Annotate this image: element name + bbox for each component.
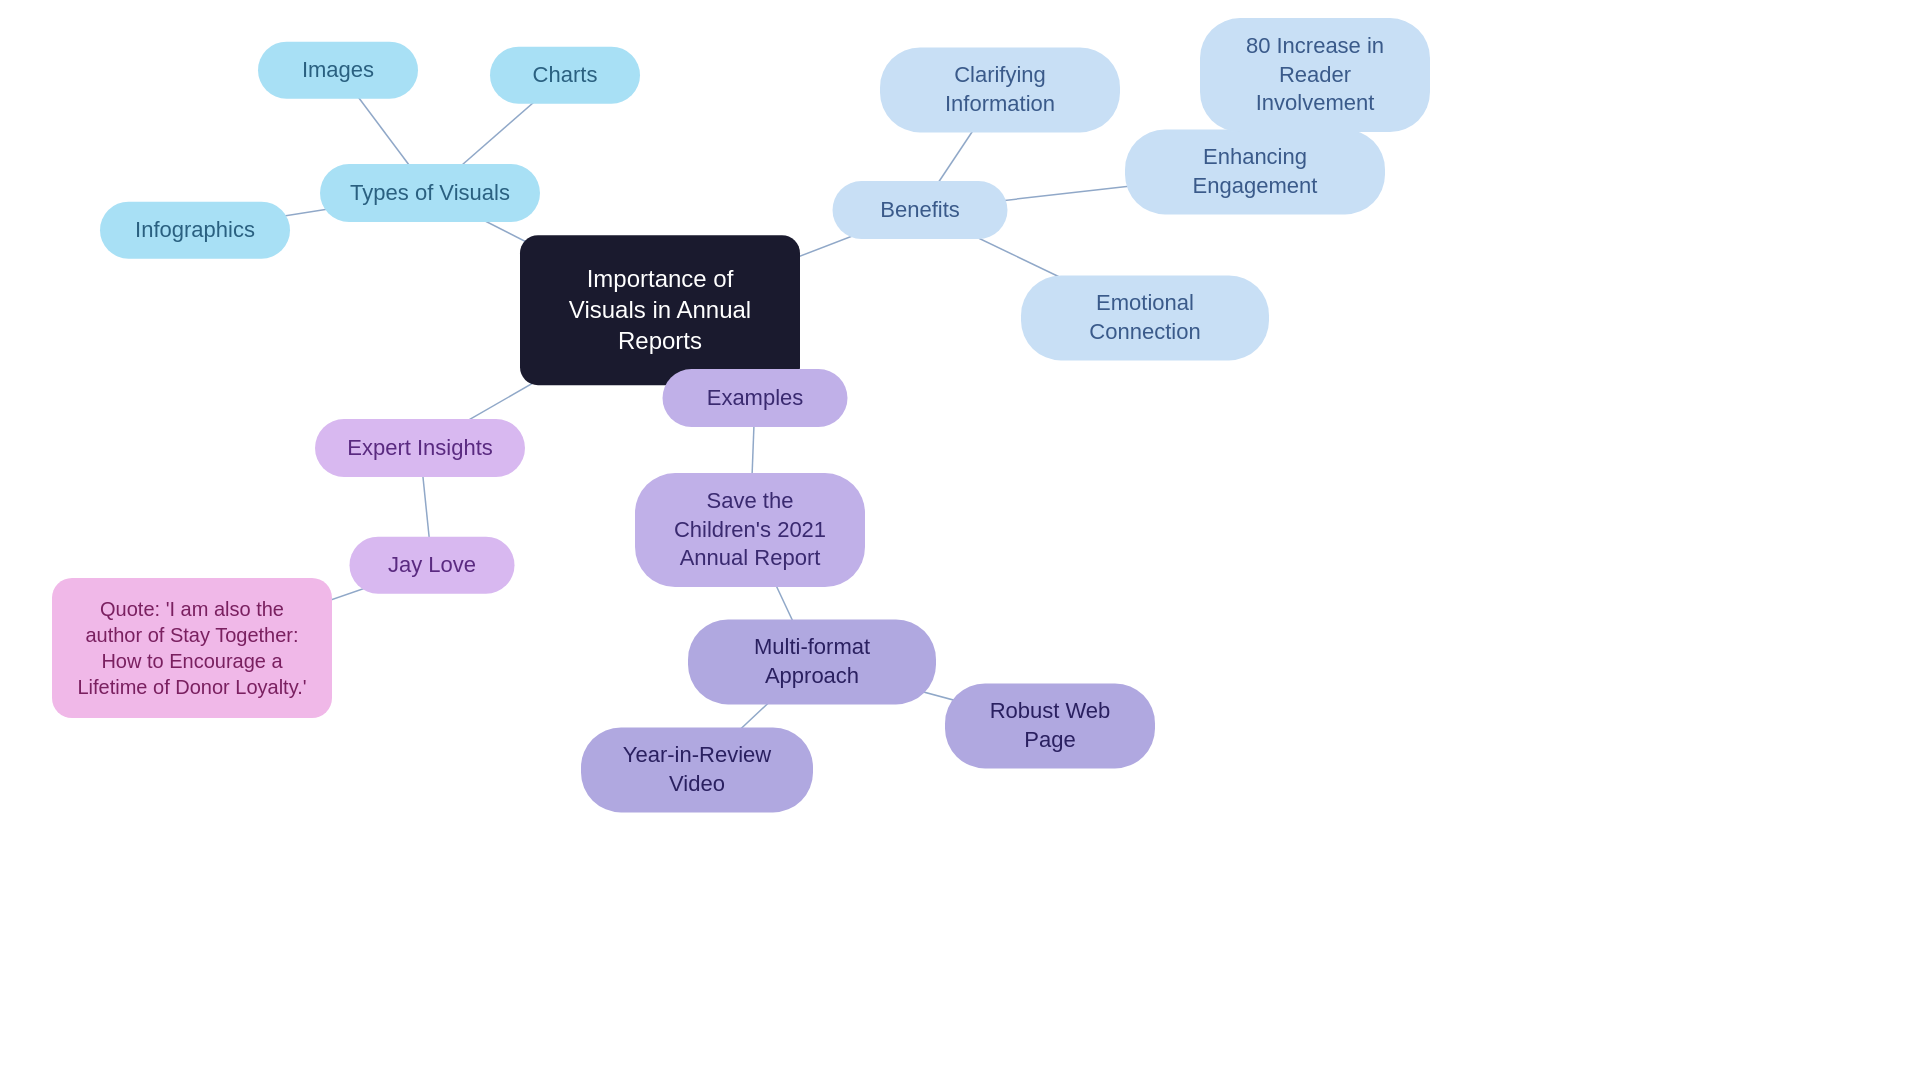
node-charts[interactable]: Charts — [490, 47, 640, 104]
node-benefits[interactable]: Benefits — [833, 181, 1008, 239]
node-year-review[interactable]: Year-in-Review Video — [581, 727, 813, 812]
connections-svg — [0, 0, 1920, 1083]
node-80-increase[interactable]: 80 Increase in Reader Involvement — [1200, 18, 1430, 132]
node-types-of-visuals[interactable]: Types of Visuals — [320, 164, 540, 222]
node-enhancing-engagement[interactable]: Enhancing Engagement — [1125, 129, 1385, 214]
node-emotional-connection[interactable]: Emotional Connection — [1021, 275, 1269, 360]
node-robust-web[interactable]: Robust Web Page — [945, 683, 1155, 768]
node-save-children[interactable]: Save the Children's 2021 Annual Report — [635, 473, 865, 587]
node-images[interactable]: Images — [258, 42, 418, 99]
node-examples[interactable]: Examples — [663, 369, 848, 427]
node-jay-love[interactable]: Jay Love — [350, 537, 515, 594]
node-multi-format[interactable]: Multi-format Approach — [688, 619, 936, 704]
node-quote[interactable]: Quote: 'I am also the author of Stay Tog… — [52, 578, 332, 718]
mindmap-container: Importance of Visuals in Annual Reports T… — [0, 0, 1920, 1083]
node-center[interactable]: Importance of Visuals in Annual Reports — [520, 235, 800, 385]
node-infographics[interactable]: Infographics — [100, 202, 290, 259]
node-clarifying-info[interactable]: Clarifying Information — [880, 47, 1120, 132]
node-expert-insights[interactable]: Expert Insights — [315, 419, 525, 477]
